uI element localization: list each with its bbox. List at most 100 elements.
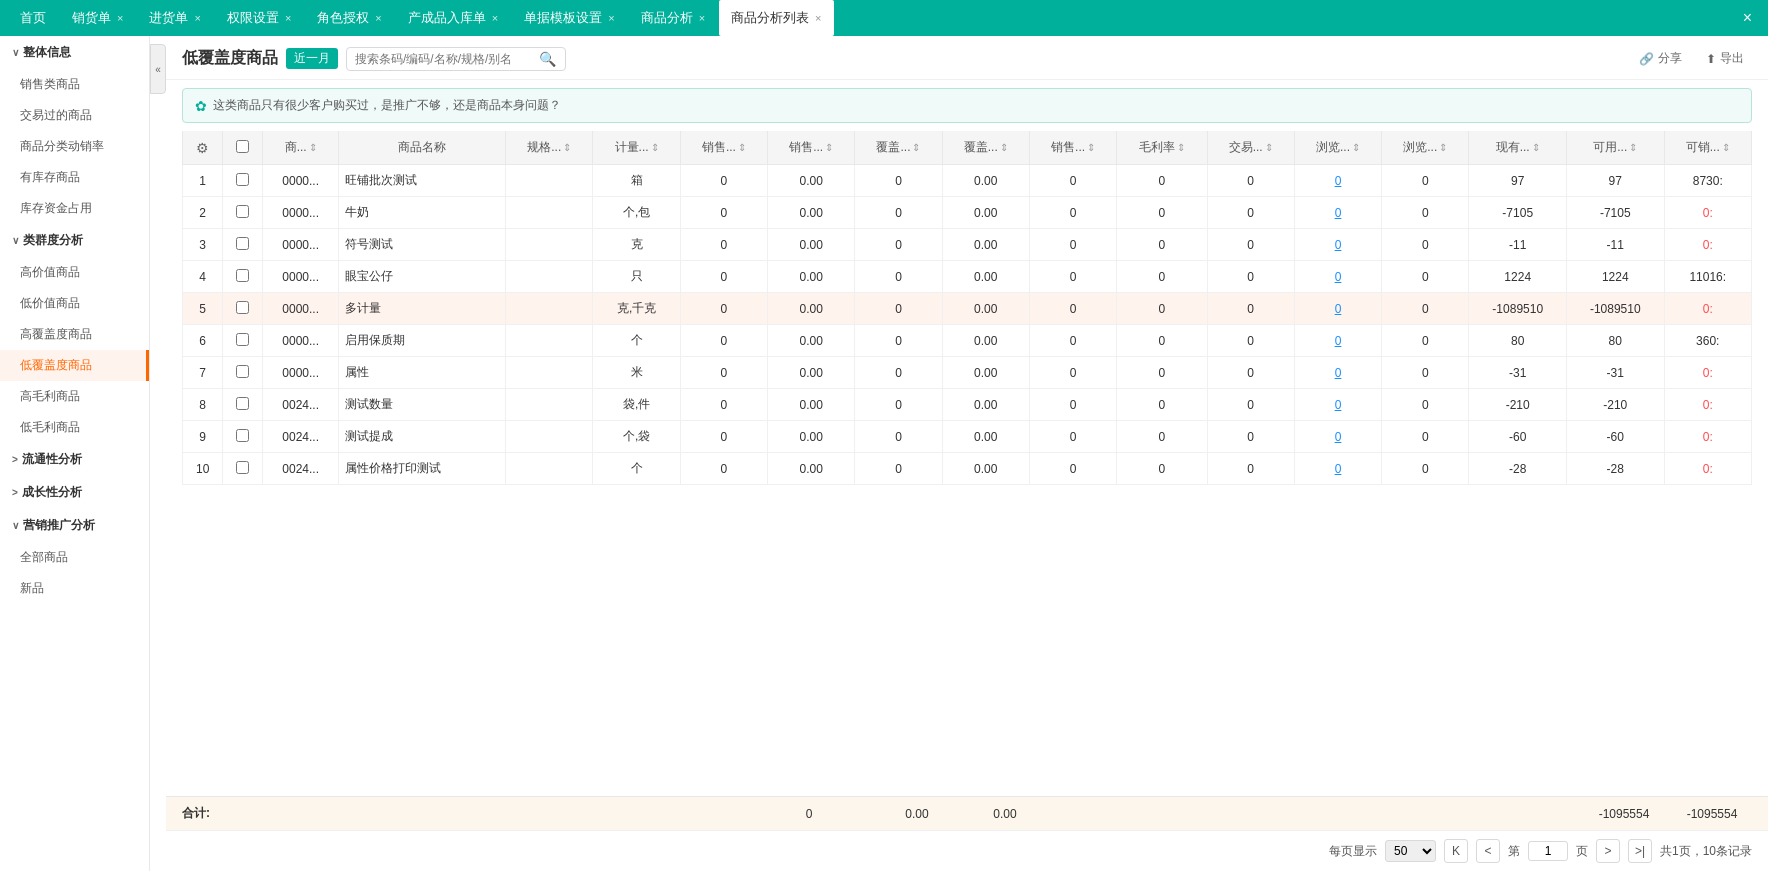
sidebar-item-high-margin[interactable]: 高毛利商品 (0, 381, 149, 412)
first-page-button[interactable]: K (1444, 839, 1468, 863)
sidebar-item-category-turnover[interactable]: 商品分类动销率 (0, 131, 149, 162)
sidebar-section-growth[interactable]: > 成长性分析 (0, 476, 149, 509)
nav-role-close[interactable]: × (375, 12, 381, 24)
share-button[interactable]: 🔗 分享 (1631, 46, 1690, 71)
search-icon[interactable]: 🔍 (539, 51, 556, 67)
row-checkbox[interactable] (223, 325, 263, 357)
row-checkbox[interactable] (223, 421, 263, 453)
settings-icon[interactable]: ⚙ (196, 140, 209, 156)
nav-analysis-list-close[interactable]: × (815, 12, 821, 24)
col-sales3-header[interactable]: 销售...⇕ (1029, 131, 1116, 165)
col-browse1-header[interactable]: 浏览...⇕ (1294, 131, 1381, 165)
row-browse1-link[interactable]: 0 (1335, 238, 1342, 252)
sidebar-item-in-stock[interactable]: 有库存商品 (0, 162, 149, 193)
sidebar-item-new-goods[interactable]: 新品 (0, 573, 149, 604)
sidebar-item-inventory-capital[interactable]: 库存资金占用 (0, 193, 149, 224)
row-sales2: 0.00 (768, 357, 855, 389)
search-input[interactable] (355, 52, 535, 66)
col-stock1-header[interactable]: 现有...⇕ (1469, 131, 1567, 165)
col-sales2-header[interactable]: 销售...⇕ (768, 131, 855, 165)
row-checkbox[interactable] (223, 165, 263, 197)
sidebar-item-all-goods[interactable]: 全部商品 (0, 542, 149, 573)
col-trade-header[interactable]: 交易...⇕ (1207, 131, 1294, 165)
row-browse1-link[interactable]: 0 (1335, 302, 1342, 316)
col-settings-header[interactable]: ⚙ (183, 131, 223, 165)
col-spec-header[interactable]: 规格...⇕ (506, 131, 593, 165)
page-size-select[interactable]: 50 100 200 (1385, 840, 1436, 862)
sidebar-item-low-margin[interactable]: 低毛利商品 (0, 412, 149, 443)
row-spec (506, 229, 593, 261)
row-checkbox[interactable] (223, 357, 263, 389)
sidebar-section-flow[interactable]: > 流通性分析 (0, 443, 149, 476)
nav-role[interactable]: 角色授权 × (305, 0, 393, 36)
next-page-button[interactable]: > (1596, 839, 1620, 863)
col-unit-header[interactable]: 计量...⇕ (593, 131, 680, 165)
row-browse1-link[interactable]: 0 (1335, 462, 1342, 476)
sidebar-item-low-value[interactable]: 低价值商品 (0, 288, 149, 319)
page-input[interactable] (1528, 841, 1568, 861)
tag-recent[interactable]: 近一月 (286, 48, 338, 69)
select-all-checkbox[interactable] (236, 140, 249, 153)
row-checkbox[interactable] (223, 293, 263, 325)
row-checkbox[interactable] (223, 389, 263, 421)
nav-template[interactable]: 单据模板设置 × (512, 0, 626, 36)
window-close-button[interactable]: × (1735, 5, 1760, 31)
row-checkbox[interactable] (223, 453, 263, 485)
nav-product-in[interactable]: 产成品入库单 × (396, 0, 510, 36)
nav-analysis[interactable]: 商品分析 × (629, 0, 717, 36)
sidebar-item-low-coverage[interactable]: 低覆盖度商品 (0, 350, 149, 381)
sidebar-section-marketing[interactable]: ∨ 营销推广分析 (0, 509, 149, 542)
col-sellable-header[interactable]: 可销...⇕ (1664, 131, 1751, 165)
row-browse1-link[interactable]: 0 (1335, 174, 1342, 188)
col-stock2-header[interactable]: 可用...⇕ (1567, 131, 1665, 165)
row-browse2: 0 (1382, 357, 1469, 389)
row-spec (506, 421, 593, 453)
row-checkbox[interactable] (223, 197, 263, 229)
share-label: 分享 (1658, 50, 1682, 67)
row-browse1-link[interactable]: 0 (1335, 398, 1342, 412)
col-margin-header[interactable]: 毛利率⇕ (1117, 131, 1207, 165)
export-button[interactable]: ⬆ 导出 (1698, 46, 1752, 71)
row-browse1-link[interactable]: 0 (1335, 430, 1342, 444)
nav-permission[interactable]: 权限设置 × (215, 0, 303, 36)
sidebar-item-sales-goods[interactable]: 销售类商品 (0, 69, 149, 100)
last-page-button[interactable]: >| (1628, 839, 1652, 863)
sort-unit-icon: ⇕ (651, 142, 659, 153)
sidebar-item-traded-goods[interactable]: 交易过的商品 (0, 100, 149, 131)
row-cover2: 0.00 (942, 293, 1029, 325)
row-browse1-link[interactable]: 0 (1335, 270, 1342, 284)
row-sales1: 0 (680, 389, 767, 421)
sidebar-item-high-value[interactable]: 高价值商品 (0, 257, 149, 288)
col-checkbox-header[interactable] (223, 131, 263, 165)
nav-purchase[interactable]: 进货单 × (137, 0, 212, 36)
row-index: 6 (183, 325, 223, 357)
nav-template-close[interactable]: × (608, 12, 614, 24)
row-checkbox[interactable] (223, 229, 263, 261)
nav-purchase-close[interactable]: × (194, 12, 200, 24)
nav-product-in-close[interactable]: × (492, 12, 498, 24)
row-browse1-link[interactable]: 0 (1335, 366, 1342, 380)
row-stock1: -11 (1469, 229, 1567, 261)
sidebar-section-abc[interactable]: ∨ 类群度分析 (0, 224, 149, 257)
sidebar-collapse-button[interactable]: « (150, 44, 166, 94)
col-cover2-header[interactable]: 覆盖...⇕ (942, 131, 1029, 165)
nav-analysis-list[interactable]: 商品分析列表 × (719, 0, 833, 36)
col-code-header[interactable]: 商...⇕ (263, 131, 339, 165)
sidebar-item-high-coverage[interactable]: 高覆盖度商品 (0, 319, 149, 350)
col-browse2-header[interactable]: 浏览...⇕ (1382, 131, 1469, 165)
nav-sales[interactable]: 销货单 × (60, 0, 135, 36)
nav-analysis-close[interactable]: × (699, 12, 705, 24)
nav-home[interactable]: 首页 (8, 0, 58, 36)
nav-permission-close[interactable]: × (285, 12, 291, 24)
prev-page-button[interactable]: < (1476, 839, 1500, 863)
col-cover1-header[interactable]: 覆盖...⇕ (855, 131, 942, 165)
col-name-header[interactable]: 商品名称 (339, 131, 506, 165)
row-browse1-link[interactable]: 0 (1335, 206, 1342, 220)
row-unit: 米 (593, 357, 680, 389)
col-sales1-header[interactable]: 销售...⇕ (680, 131, 767, 165)
row-checkbox[interactable] (223, 261, 263, 293)
row-browse1-link[interactable]: 0 (1335, 334, 1342, 348)
row-stock2: -7105 (1567, 197, 1665, 229)
nav-sales-close[interactable]: × (117, 12, 123, 24)
sidebar-section-overall[interactable]: ∨ 整体信息 (0, 36, 149, 69)
